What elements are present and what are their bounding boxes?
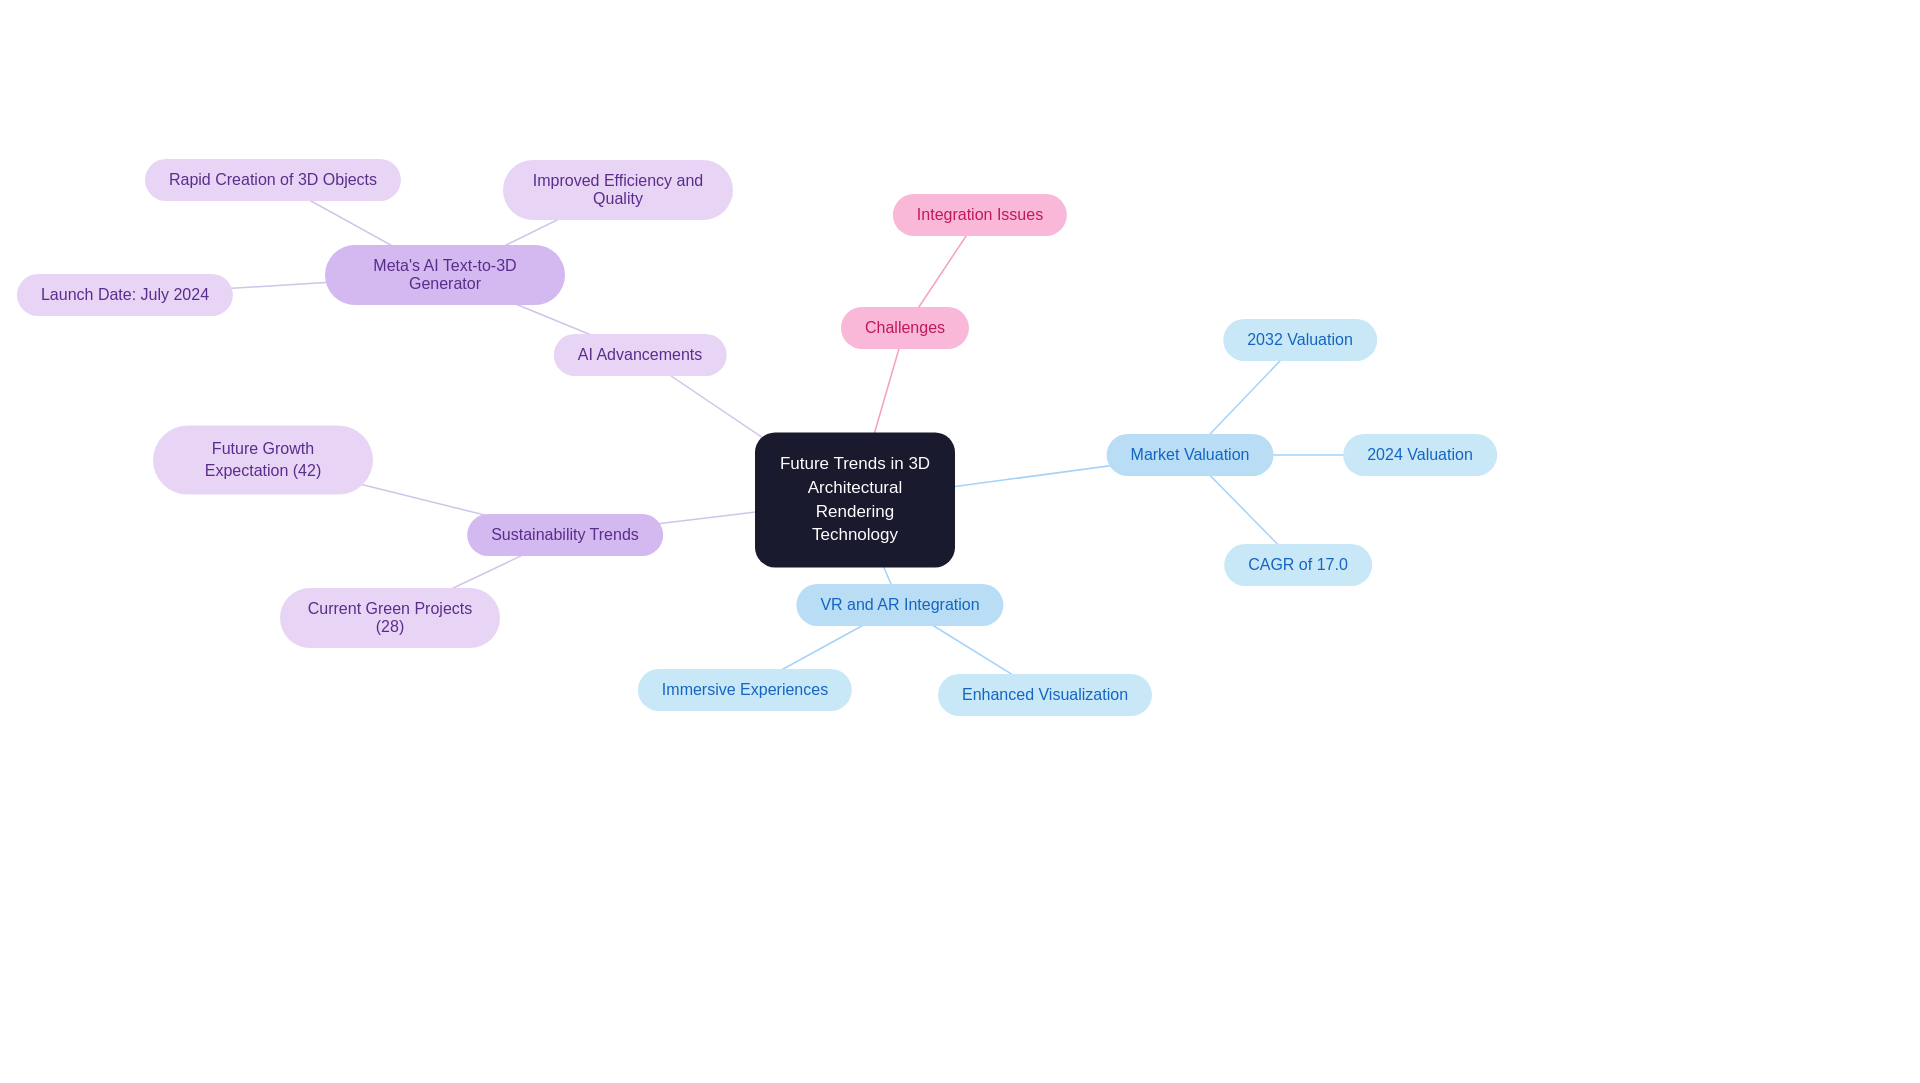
integration-issues-node[interactable]: Integration Issues	[893, 194, 1067, 236]
enhanced-viz-node[interactable]: Enhanced Visualization	[938, 674, 1152, 716]
future-growth-node[interactable]: Future Growth Expectation (42)	[153, 426, 373, 495]
current-green-node[interactable]: Current Green Projects (28)	[280, 588, 500, 648]
2032-valuation-node[interactable]: 2032 Valuation	[1223, 319, 1377, 361]
market-valuation-node[interactable]: Market Valuation	[1107, 434, 1274, 476]
ai-advancements-node[interactable]: AI Advancements	[554, 334, 727, 376]
2024-valuation-node[interactable]: 2024 Valuation	[1343, 434, 1497, 476]
cagr-node[interactable]: CAGR of 17.0	[1224, 544, 1372, 586]
immersive-node[interactable]: Immersive Experiences	[638, 669, 852, 711]
challenges-node[interactable]: Challenges	[841, 307, 969, 349]
launch-date-node[interactable]: Launch Date: July 2024	[17, 274, 233, 316]
improved-efficiency-node[interactable]: Improved Efficiency and Quality	[503, 160, 733, 220]
sustainability-node[interactable]: Sustainability Trends	[467, 514, 663, 556]
vr-ar-node[interactable]: VR and AR Integration	[796, 584, 1003, 626]
center-node[interactable]: Future Trends in 3DArchitectural Renderi…	[755, 432, 955, 567]
rapid-creation-node[interactable]: Rapid Creation of 3D Objects	[145, 159, 401, 201]
metas-ai-node[interactable]: Meta's AI Text-to-3D Generator	[325, 245, 565, 305]
